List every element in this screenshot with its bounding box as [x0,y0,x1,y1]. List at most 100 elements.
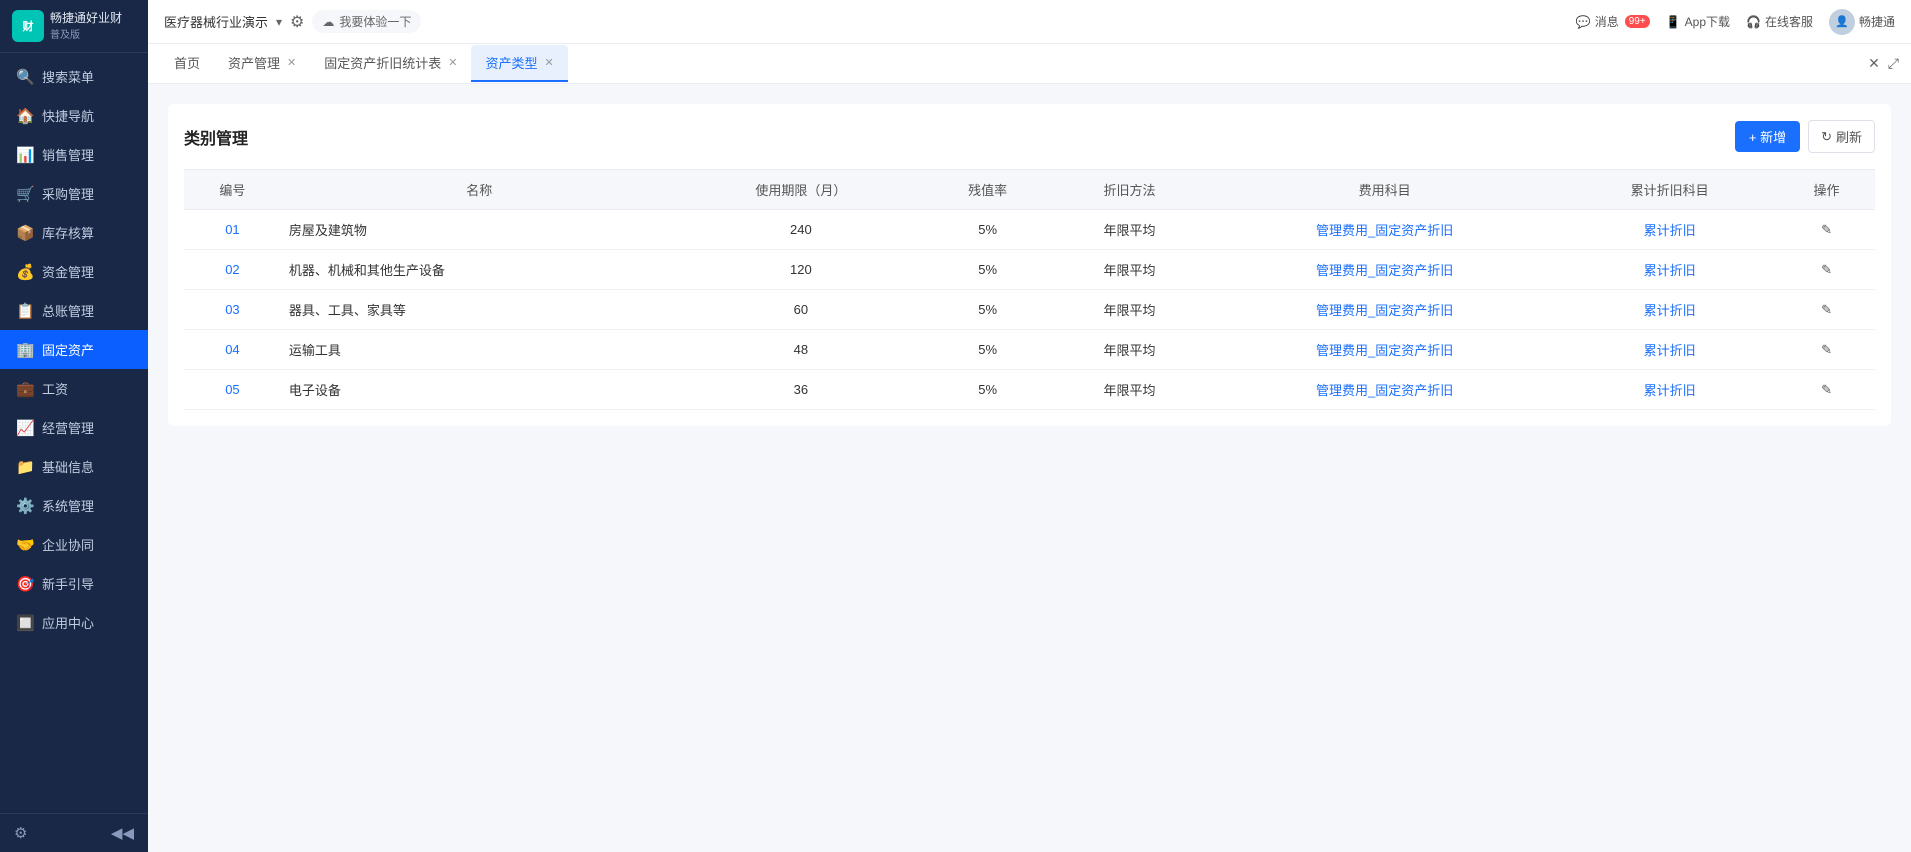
cell-period: 120 [678,250,925,290]
basic-icon: 📁 [16,458,34,476]
tab-资产管理[interactable]: 资产管理 ✕ [214,45,310,82]
sidebar-item-basic[interactable]: 📁 基础信息 [0,447,148,486]
tab-label: 首页 [174,53,200,72]
topbar-dropdown-icon[interactable]: ▾ [276,15,282,29]
tab-close-icon[interactable]: ✕ [448,56,457,69]
cell-action[interactable]: ✎ [1778,330,1875,370]
inventory-icon: 📦 [16,224,34,242]
sidebar-item-guide[interactable]: 🎯 新手引导 [0,564,148,603]
sidebar-item-ledger[interactable]: 📋 总账管理 [0,291,148,330]
messages-badge: 99+ [1625,15,1650,28]
sidebar-item-fixed[interactable]: 🏢 固定资产 [0,330,148,369]
col-操作: 操作 [1778,170,1875,210]
user-label: 畅捷通 [1859,13,1895,30]
cell-method: 年限平均 [1051,370,1208,410]
refresh-label: 刷新 [1836,127,1862,146]
experience-button[interactable]: ☁ 我要体验一下 [312,10,421,33]
customer-service-button[interactable]: 🎧 在线客服 [1746,13,1813,30]
refresh-button[interactable]: ↻ 刷新 [1808,120,1875,153]
settings-icon[interactable]: ⚙ [14,824,27,842]
tab-close-icon[interactable]: ✕ [545,56,554,69]
edit-icon[interactable]: ✎ [1821,262,1832,277]
sidebar-footer: ⚙ ◀◀ [0,813,148,852]
new-button[interactable]: + 新增 [1735,121,1800,152]
sidebar-label-purchase: 采购管理 [42,184,94,203]
col-费用科目: 费用科目 [1208,170,1561,210]
cell-rate: 5% [924,370,1051,410]
cell-period: 48 [678,330,925,370]
topbar-right: 💬 消息 99+ 📱 App下载 🎧 在线客服 👤 畅捷通 [1576,9,1895,35]
tab-label: 资产管理 [228,53,280,72]
cell-name: 电子设备 [281,370,678,410]
cell-action[interactable]: ✎ [1778,210,1875,250]
cell-name: 运输工具 [281,330,678,370]
expand-icon[interactable]: ⤢ [1888,55,1899,72]
cell-period: 60 [678,290,925,330]
sidebar-label-appstore: 应用中心 [42,613,94,632]
col-名称: 名称 [281,170,678,210]
guide-icon: 🎯 [16,575,34,593]
messages-button[interactable]: 💬 消息 99+ [1576,13,1650,30]
logo-sub: 普及版 [50,26,122,41]
sidebar-item-system[interactable]: ⚙️ 系统管理 [0,486,148,525]
tab-首页[interactable]: 首页 [160,45,214,82]
edit-icon[interactable]: ✎ [1821,222,1832,237]
cell-expense: 管理费用_固定资产折旧 [1208,290,1561,330]
sidebar: 财 畅捷通好业财 普及版 🔍 搜索菜单 🏠 快捷导航 📊 销售管理 🛒 采购管理… [0,0,148,852]
sidebar-item-sales[interactable]: 📊 销售管理 [0,135,148,174]
sidebar-item-management[interactable]: 📈 经营管理 [0,408,148,447]
sidebar-label-search: 搜索菜单 [42,67,94,86]
sidebar-item-purchase[interactable]: 🛒 采购管理 [0,174,148,213]
ledger-icon: 📋 [16,302,34,320]
sidebar-item-quicknav[interactable]: 🏠 快捷导航 [0,96,148,135]
topbar: 医疗器械行业演示 ▾ ⚙ ☁ 我要体验一下 💬 消息 99+ 📱 App下载 🎧… [148,0,1911,44]
app-download-button[interactable]: 📱 App下载 [1666,13,1730,30]
capital-icon: 💰 [16,263,34,281]
sidebar-item-inventory[interactable]: 📦 库存核算 [0,213,148,252]
sidebar-item-search[interactable]: 🔍 搜索菜单 [0,57,148,96]
edit-icon[interactable]: ✎ [1821,382,1832,397]
cell-code: 05 [184,370,281,410]
tab-固定资产折旧统计表[interactable]: 固定资产折旧统计表✕ [310,45,471,82]
close-window-icon[interactable]: ✕ [1868,55,1880,72]
sidebar-label-guide: 新手引导 [42,574,94,593]
sidebar-label-inventory: 库存核算 [42,223,94,242]
cell-name: 器具、工具、家具等 [281,290,678,330]
sidebar-label-sales: 销售管理 [42,145,94,164]
sidebar-label-payroll: 工资 [42,379,68,398]
main-content: 医疗器械行业演示 ▾ ⚙ ☁ 我要体验一下 💬 消息 99+ 📱 App下载 🎧… [148,0,1911,852]
edit-icon[interactable]: ✎ [1821,302,1832,317]
cell-rate: 5% [924,290,1051,330]
page-header: 类别管理 + 新增 ↻ 刷新 [184,120,1875,153]
cell-rate: 5% [924,330,1051,370]
sidebar-item-enterprise[interactable]: 🤝 企业协同 [0,525,148,564]
cell-method: 年限平均 [1051,290,1208,330]
sidebar-item-capital[interactable]: 💰 资金管理 [0,252,148,291]
tab-close-icon[interactable]: ✕ [287,56,296,69]
cell-accumulate: 累计折旧 [1561,370,1778,410]
user-menu[interactable]: 👤 畅捷通 [1829,9,1895,35]
cell-accumulate: 累计折旧 [1561,250,1778,290]
edit-icon[interactable]: ✎ [1821,342,1832,357]
cell-code: 02 [184,250,281,290]
sidebar-item-appstore[interactable]: 🔲 应用中心 [0,603,148,642]
logo-text: 畅捷通好业财 [50,11,122,27]
topbar-left: 医疗器械行业演示 ▾ ⚙ ☁ 我要体验一下 [164,10,421,33]
col-使用期限（月）: 使用期限（月） [678,170,925,210]
collapse-icon[interactable]: ◀◀ [111,824,134,842]
appstore-icon: 🔲 [16,614,34,632]
cell-period: 36 [678,370,925,410]
table-row: 05 电子设备 36 5% 年限平均 管理费用_固定资产折旧 累计折旧 ✎ [184,370,1875,410]
cell-accumulate: 累计折旧 [1561,290,1778,330]
sidebar-item-payroll[interactable]: 💼 工资 [0,369,148,408]
cell-action[interactable]: ✎ [1778,370,1875,410]
messages-icon: 💬 [1576,15,1591,29]
mobile-icon: 📱 [1666,15,1681,29]
cell-action[interactable]: ✎ [1778,290,1875,330]
topbar-settings-icon[interactable]: ⚙ [290,12,304,32]
col-残值率: 残值率 [924,170,1051,210]
col-累计折旧科目: 累计折旧科目 [1561,170,1778,210]
cell-action[interactable]: ✎ [1778,250,1875,290]
tab-资产类型[interactable]: 资产类型✕ [471,45,567,82]
cell-code: 01 [184,210,281,250]
